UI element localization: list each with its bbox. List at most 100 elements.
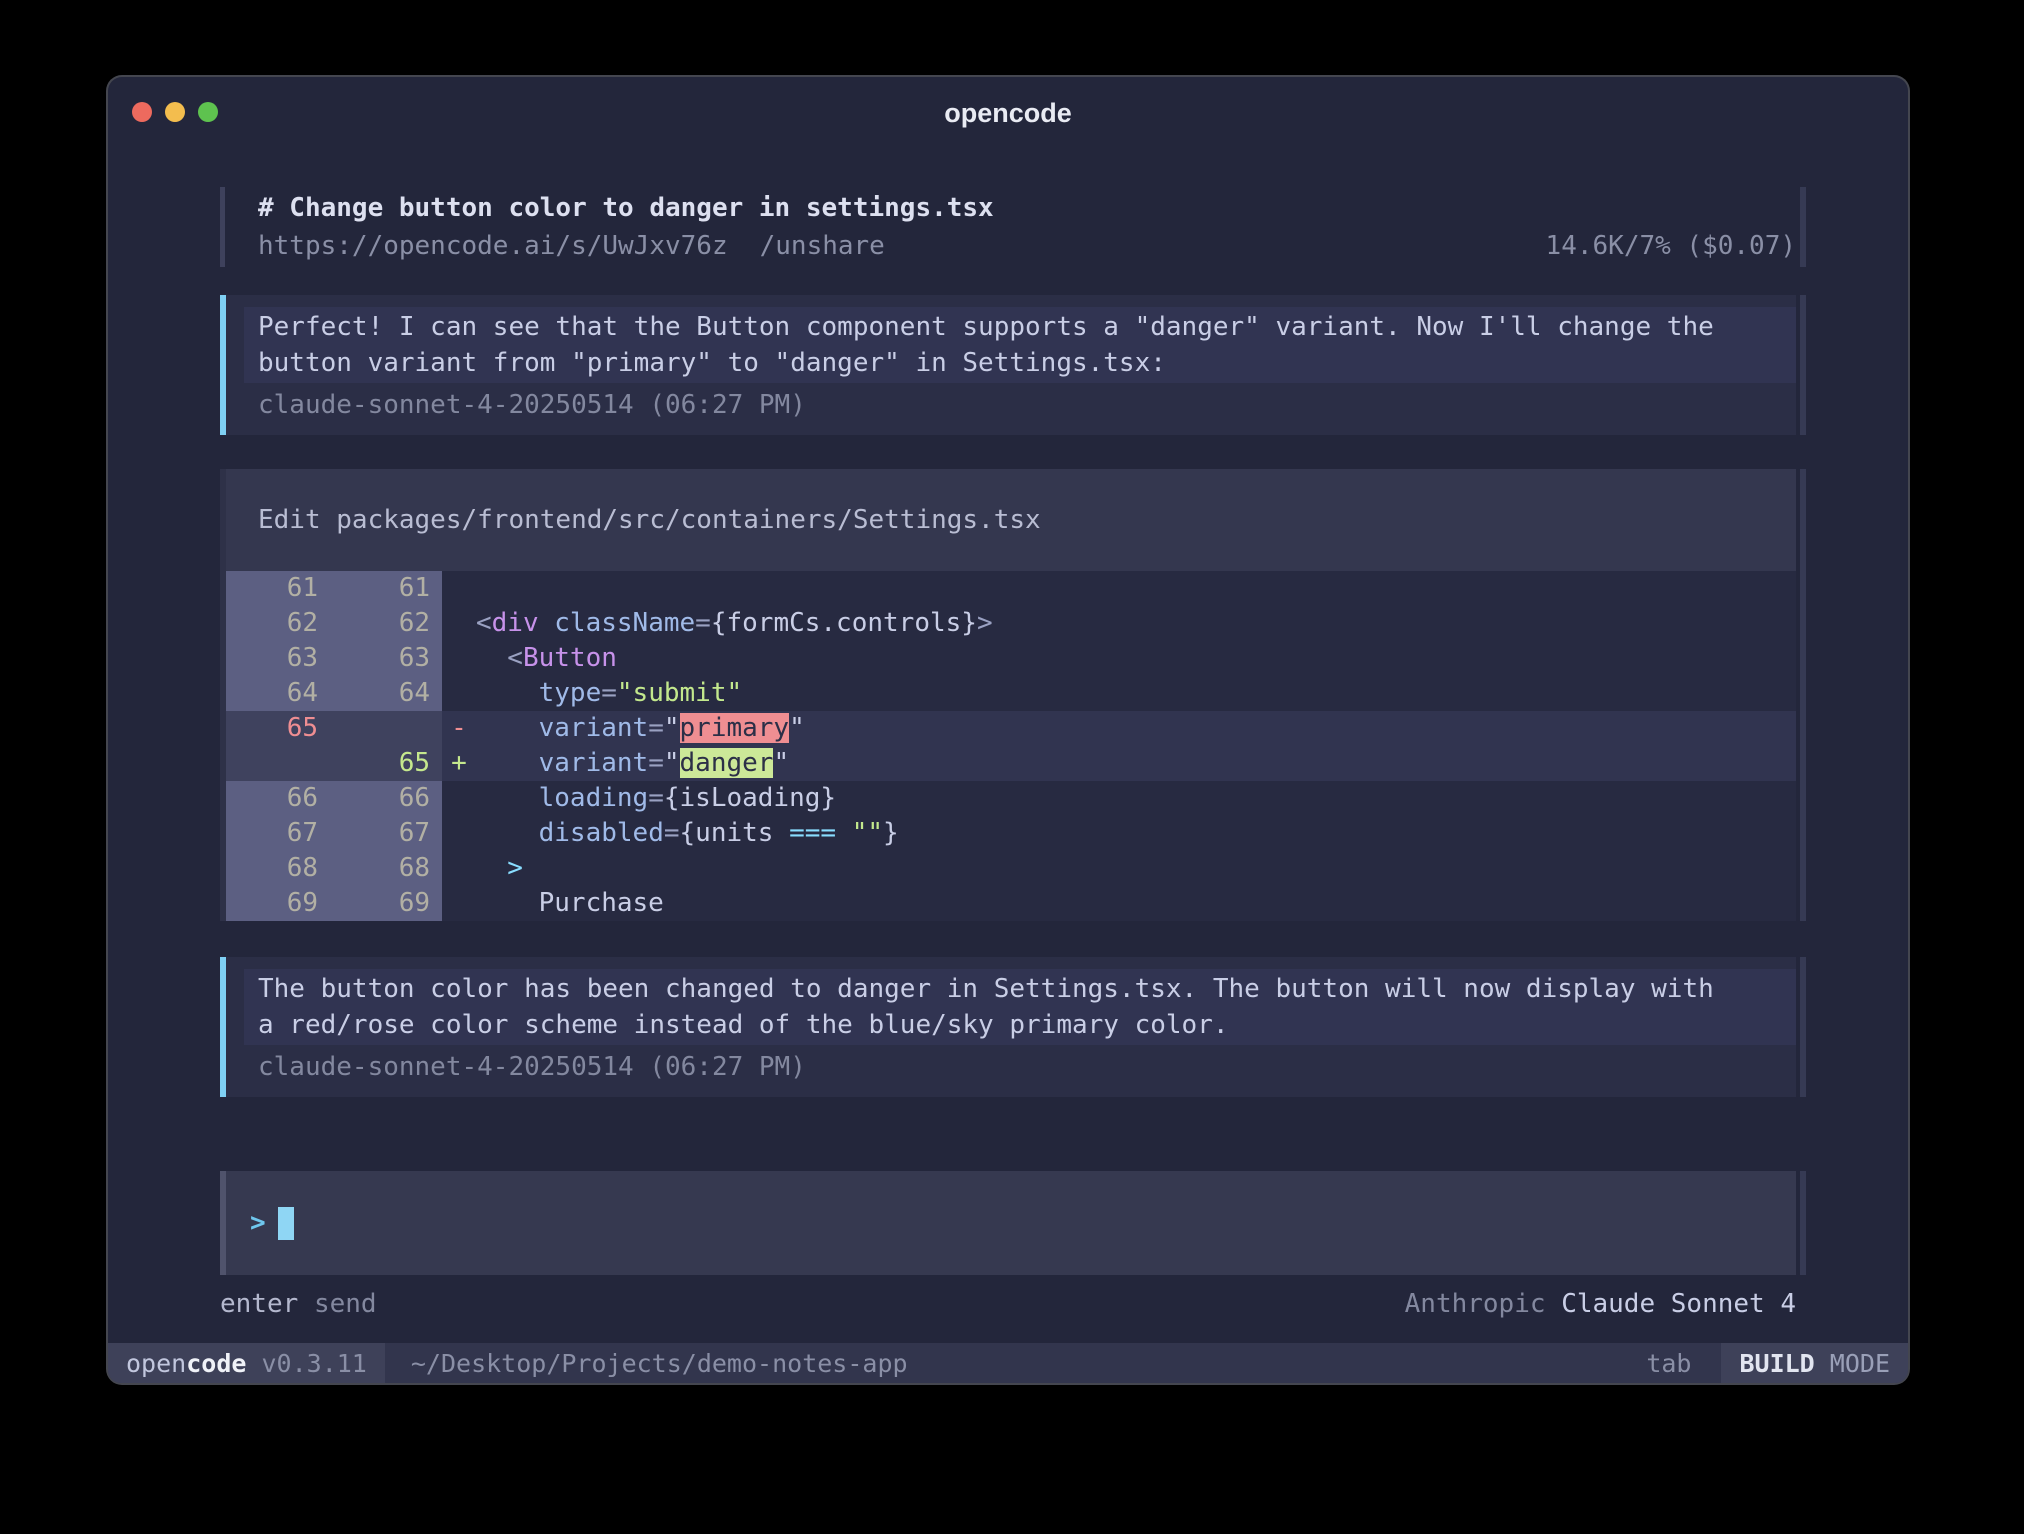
code-token-txt: } <box>883 818 899 848</box>
diff-code-line: <Button <box>476 641 1796 676</box>
code-token-txt <box>476 818 539 848</box>
session-header-row: https://opencode.ai/s/UwJxv76z/unshare 1… <box>258 227 1796 265</box>
window-controls <box>132 102 218 122</box>
diff-view: 61616262 <div className={formCs.controls}… <box>226 571 1796 921</box>
message-paragraph: The button color has been changed to dan… <box>244 969 1796 1045</box>
diff-row: 6464 type="submit" <box>226 676 1796 711</box>
diff-code-line: loading={isLoading} <box>476 781 1796 816</box>
help-row: enter send Anthropic Claude Sonnet 4 <box>220 1287 1796 1321</box>
enter-key-label: enter <box>220 1289 298 1319</box>
provider-label: Anthropic <box>1405 1289 1546 1319</box>
diff-code-line: disabled={units === ""} <box>476 816 1796 851</box>
code-token-pn: = <box>664 818 680 848</box>
minimize-button[interactable] <box>165 102 185 122</box>
diff-old-line-number <box>226 746 330 781</box>
code-token-op: === <box>789 818 836 848</box>
code-token-addhl: danger <box>680 748 774 778</box>
diff-code-line: variant="danger" <box>476 746 1796 781</box>
window-title: opencode <box>108 77 1908 149</box>
diff-new-line-number <box>330 711 442 746</box>
diff-change-marker <box>442 606 476 641</box>
diff-code-line: variant="primary" <box>476 711 1796 746</box>
diff-new-line-number: 69 <box>330 886 442 921</box>
app-version: v0.3.11 <box>262 1349 367 1378</box>
code-token-txt: {isLoading} <box>664 783 836 813</box>
diff-change-marker <box>442 641 476 676</box>
diff-new-line-number: 67 <box>330 816 442 851</box>
diff-old-line-number: 66 <box>226 781 330 816</box>
unshare-command[interactable]: /unshare <box>760 231 885 261</box>
code-token-tag: div <box>492 608 539 638</box>
diff-change-marker <box>442 816 476 851</box>
diff-change-marker <box>442 676 476 711</box>
diff-old-line-number: 62 <box>226 606 330 641</box>
diff-new-line-number: 61 <box>330 571 442 606</box>
diff-row: 6161 <box>226 571 1796 606</box>
diff-old-line-number: 67 <box>226 816 330 851</box>
diff-row: 6363 <Button <box>226 641 1796 676</box>
prompt-symbol: > <box>250 1208 266 1238</box>
desktop-canvas: { "window": { "title": "opencode" }, "sh… <box>0 0 2024 1534</box>
diff-row: 6969 Purchase <box>226 886 1796 921</box>
diff-code-line: <div className={formCs.controls}> <box>476 606 1796 641</box>
code-token-str: "submit" <box>617 678 742 708</box>
code-token-attr: type <box>539 678 602 708</box>
code-token-pn: = <box>648 748 664 778</box>
close-button[interactable] <box>132 102 152 122</box>
prompt-input[interactable]: > <box>220 1171 1796 1275</box>
message-line: a red/rose color scheme instead of the b… <box>258 1007 1782 1043</box>
code-token-txt: " <box>789 713 805 743</box>
model-name-spacer <box>1546 1289 1562 1319</box>
session-title: # Change button color to danger in setti… <box>258 189 1796 227</box>
working-directory: ~/Desktop/Projects/demo-notes-app <box>411 1349 908 1378</box>
mode-bold: BUILD <box>1739 1349 1814 1378</box>
diff-change-marker <box>442 781 476 816</box>
diff-row: 65+ variant="danger" <box>226 746 1796 781</box>
message-model-meta: claude-sonnet-4-20250514 (06:27 PM) <box>258 387 1796 423</box>
session-content: # Change button color to danger in setti… <box>108 187 1908 1321</box>
share-url-link[interactable]: https://opencode.ai/s/UwJxv76z <box>258 231 728 261</box>
send-label: send <box>314 1289 377 1319</box>
code-token-txt: {units <box>680 818 790 848</box>
context-stats: 14.6K/7% ($0.07) <box>1546 227 1796 265</box>
code-token-delhl: primary <box>680 713 790 743</box>
code-token-op: > <box>476 853 523 883</box>
code-token-attr: variant <box>539 713 649 743</box>
share-url-group: https://opencode.ai/s/UwJxv76z/unshare <box>258 227 885 265</box>
assistant-message: Perfect! I can see that the Button compo… <box>220 295 1796 435</box>
code-token-txt <box>476 748 539 778</box>
diff-old-line-number: 65 <box>226 711 330 746</box>
assistant-message: The button color has been changed to dan… <box>220 957 1796 1097</box>
diff-change-marker: - <box>442 711 476 746</box>
code-token-attr: loading <box>539 783 649 813</box>
code-token-attr: className <box>554 608 695 638</box>
send-action-label <box>298 1289 314 1319</box>
app-name-open: open <box>126 1349 186 1378</box>
tab-key-hint[interactable]: tab <box>1646 1349 1691 1378</box>
zoom-button[interactable] <box>198 102 218 122</box>
code-token-pn: = <box>648 783 664 813</box>
message-paragraph: Perfect! I can see that the Button compo… <box>244 307 1796 383</box>
code-token-tag: Button <box>523 643 617 673</box>
diff-new-line-number: 62 <box>330 606 442 641</box>
mode-rest: MODE <box>1815 1349 1890 1378</box>
code-token-txt <box>539 608 555 638</box>
diff-row: 6666 loading={isLoading} <box>226 781 1796 816</box>
code-token-attr: disabled <box>539 818 664 848</box>
app-version-spacer <box>246 1349 261 1378</box>
window-titlebar: opencode <box>108 77 1908 145</box>
diff-old-line-number: 64 <box>226 676 330 711</box>
code-token-txt: " <box>664 713 680 743</box>
mode-chip[interactable]: BUILD MODE <box>1721 1343 1908 1383</box>
opencode-window: opencode # Change button color to danger… <box>108 77 1908 1383</box>
diff-new-line-number: 66 <box>330 781 442 816</box>
diff-change-marker <box>442 571 476 606</box>
session-header: # Change button color to danger in setti… <box>220 187 1796 267</box>
diff-code-line: > <box>476 851 1796 886</box>
code-token-txt <box>476 783 539 813</box>
message-line: The button color has been changed to dan… <box>258 971 1782 1007</box>
code-token-pn: < <box>476 608 492 638</box>
code-token-attr: variant <box>539 748 649 778</box>
diff-change-marker <box>442 886 476 921</box>
code-token-pn: = <box>695 608 711 638</box>
